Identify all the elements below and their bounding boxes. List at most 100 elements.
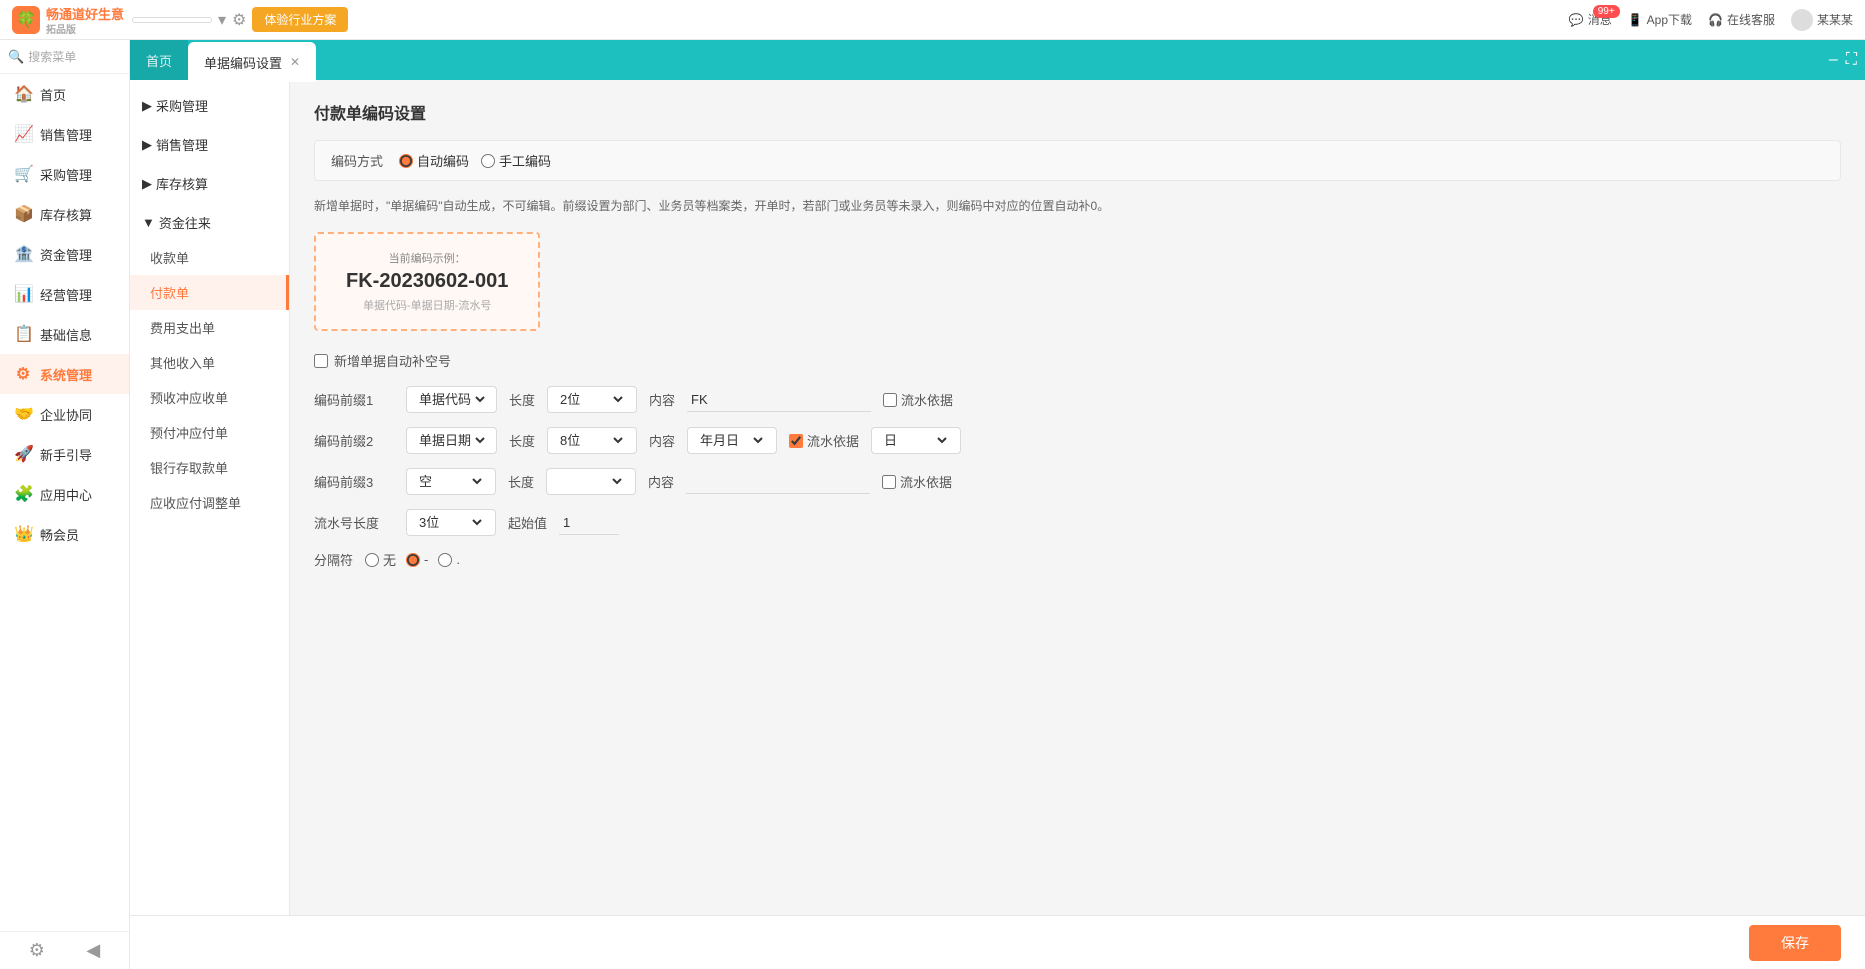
- manual-code-input[interactable]: [481, 154, 495, 168]
- app-download-button[interactable]: 📱 App下载: [1628, 11, 1692, 28]
- sidebar-item-corp[interactable]: 🤝 企业协同: [0, 394, 129, 434]
- sidebar-item-inventory[interactable]: 📦 库存核算: [0, 194, 129, 234]
- prefix3-length-select[interactable]: [546, 468, 636, 495]
- sidebar-collapse-icon[interactable]: ◀: [86, 940, 100, 961]
- prefix1-serial-label: 流水依据: [901, 390, 953, 409]
- prefix3-content-label: 内容: [648, 472, 674, 491]
- sub-header-purchase[interactable]: ▶ 采购管理: [130, 88, 289, 123]
- sidebar-item-member[interactable]: 👑 畅会员: [0, 514, 129, 554]
- prefix2-content-select[interactable]: 年月日: [687, 427, 777, 454]
- sidebar-settings-icon[interactable]: ⚙: [29, 940, 45, 961]
- sep-dot-label: .: [456, 552, 460, 567]
- prefix3-length-input[interactable]: [555, 473, 625, 490]
- prefix1-label: 编码前缀1: [314, 390, 394, 409]
- auto-fill-checkbox[interactable]: [314, 354, 328, 368]
- sep-none-radio[interactable]: 无: [365, 550, 396, 569]
- message-button[interactable]: 💬 消息 99+: [1569, 11, 1612, 28]
- online-service-button[interactable]: 🎧 在线客服: [1708, 11, 1775, 28]
- serial-length-row: 流水号长度 3位 起始值: [314, 509, 1841, 536]
- tab-home[interactable]: 首页: [130, 40, 188, 80]
- sub-item-expense[interactable]: 费用支出单: [130, 310, 289, 345]
- member-icon: 👑: [14, 524, 32, 544]
- sub-item-other-income[interactable]: 其他收入单: [130, 345, 289, 380]
- prefix1-content-label: 内容: [649, 390, 675, 409]
- manual-code-radio[interactable]: 手工编码: [481, 151, 551, 170]
- sub-item-prepay-receivable[interactable]: 预收冲应收单: [130, 380, 289, 415]
- tab-minimize-button[interactable]: –: [1829, 51, 1838, 69]
- prefix2-length-select[interactable]: 8位: [547, 427, 637, 454]
- prefix1-serial-checkbox[interactable]: [883, 393, 897, 407]
- prefix3-serial-checkbox[interactable]: [882, 475, 896, 489]
- prefix2-content-input[interactable]: 年月日: [696, 432, 766, 449]
- auto-code-radio[interactable]: 自动编码: [399, 151, 469, 170]
- tab-code-setting[interactable]: 单据编码设置 ✕: [188, 42, 316, 82]
- serial-length-select[interactable]: 3位: [406, 509, 496, 536]
- sep-none-input[interactable]: [365, 553, 379, 567]
- prefix1-content-input[interactable]: [687, 388, 871, 412]
- bottom-bar: 保存: [130, 915, 1865, 969]
- promo-button[interactable]: 体验行业方案: [252, 7, 348, 32]
- prefix3-select[interactable]: 空: [406, 468, 496, 495]
- sub-header-sales[interactable]: ▶ 销售管理: [130, 127, 289, 162]
- sidebar-search[interactable]: 🔍 搜索菜单: [0, 40, 129, 74]
- prefix1-select-input[interactable]: 单据代码: [415, 391, 488, 408]
- user-info[interactable]: 某某某: [1791, 9, 1853, 31]
- download-icon: 📱: [1628, 13, 1643, 27]
- dropdown-icon[interactable]: ▾: [218, 10, 226, 30]
- sidebar-item-guide[interactable]: 🚀 新手引导: [0, 434, 129, 474]
- user-selector[interactable]: [132, 17, 212, 23]
- sub-header-sales-label: 销售管理: [156, 135, 208, 154]
- tab-maximize-button[interactable]: ⛶: [1846, 51, 1857, 69]
- prefix3-content-input[interactable]: [686, 470, 870, 494]
- sub-header-capital[interactable]: ▼ 资金往来: [130, 205, 289, 240]
- sep-dash-radio[interactable]: -: [406, 552, 428, 567]
- serial-start-input[interactable]: [559, 511, 619, 535]
- prefix2-length-input[interactable]: 8位: [556, 432, 626, 449]
- prefix2-unit-select[interactable]: 日: [871, 427, 961, 454]
- sidebar-guide-label: 新手引导: [40, 445, 92, 464]
- sidebar-item-purchase[interactable]: 🛒 采购管理: [0, 154, 129, 194]
- auto-fill-label: 新增单据自动补空号: [334, 351, 451, 370]
- sub-item-bank-deposit[interactable]: 银行存取款单: [130, 450, 289, 485]
- auto-code-input[interactable]: [399, 154, 413, 168]
- sub-item-receipt[interactable]: 收款单: [130, 240, 289, 275]
- basic-icon: 📋: [14, 324, 32, 344]
- sub-item-prepay-payable[interactable]: 预付冲应付单: [130, 415, 289, 450]
- sub-group-inventory: ▶ 库存核算: [130, 166, 289, 201]
- prefix3-serial-check[interactable]: 流水依据: [882, 472, 952, 491]
- sidebar-item-basic[interactable]: 📋 基础信息: [0, 314, 129, 354]
- serial-length-label: 流水号长度: [314, 513, 394, 532]
- prefix2-serial-checkbox[interactable]: [789, 434, 803, 448]
- sep-dot-radio[interactable]: .: [438, 552, 460, 567]
- prefix2-select[interactable]: 单据日期: [406, 427, 497, 454]
- settings-icon[interactable]: ⚙: [232, 10, 246, 30]
- sidebar-item-sales[interactable]: 📈 销售管理: [0, 114, 129, 154]
- sidebar-purchase-label: 采购管理: [40, 165, 92, 184]
- prefix2-select-input[interactable]: 单据日期: [415, 432, 488, 449]
- auto-fill-row: 新增单据自动补空号: [314, 351, 1841, 370]
- prefix3-serial-label: 流水依据: [900, 472, 952, 491]
- serial-start-label: 起始值: [508, 513, 547, 532]
- sidebar-item-home[interactable]: 🏠 首页: [0, 74, 129, 114]
- sidebar-item-finance[interactable]: 🏦 资金管理: [0, 234, 129, 274]
- sep-dash-input[interactable]: [406, 553, 420, 567]
- sep-dot-input[interactable]: [438, 553, 452, 567]
- prefix3-select-input[interactable]: 空: [415, 473, 485, 490]
- tab-close-button[interactable]: ✕: [290, 55, 300, 69]
- prefix1-length-input[interactable]: 2位: [556, 391, 626, 408]
- sub-header-inventory[interactable]: ▶ 库存核算: [130, 166, 289, 201]
- serial-length-input[interactable]: 3位: [415, 514, 485, 531]
- sidebar-item-system[interactable]: ⚙ 系统管理: [0, 354, 129, 394]
- sidebar-item-apps[interactable]: 🧩 应用中心: [0, 474, 129, 514]
- prefix1-select[interactable]: 单据代码: [406, 386, 497, 413]
- save-button[interactable]: 保存: [1749, 925, 1841, 961]
- sub-item-payment[interactable]: 付款单: [130, 275, 289, 310]
- prefix3-label: 编码前缀3: [314, 472, 394, 491]
- prefix2-unit-input[interactable]: 日: [880, 432, 950, 449]
- prefix1-serial-check[interactable]: 流水依据: [883, 390, 953, 409]
- sidebar-member-label: 畅会员: [40, 525, 79, 544]
- sub-item-ar-ap-adjust[interactable]: 应收应付调整单: [130, 485, 289, 520]
- prefix1-length-select[interactable]: 2位: [547, 386, 637, 413]
- sidebar-item-operations[interactable]: 📊 经营管理: [0, 274, 129, 314]
- prefix2-serial-check[interactable]: 流水依据: [789, 431, 859, 450]
